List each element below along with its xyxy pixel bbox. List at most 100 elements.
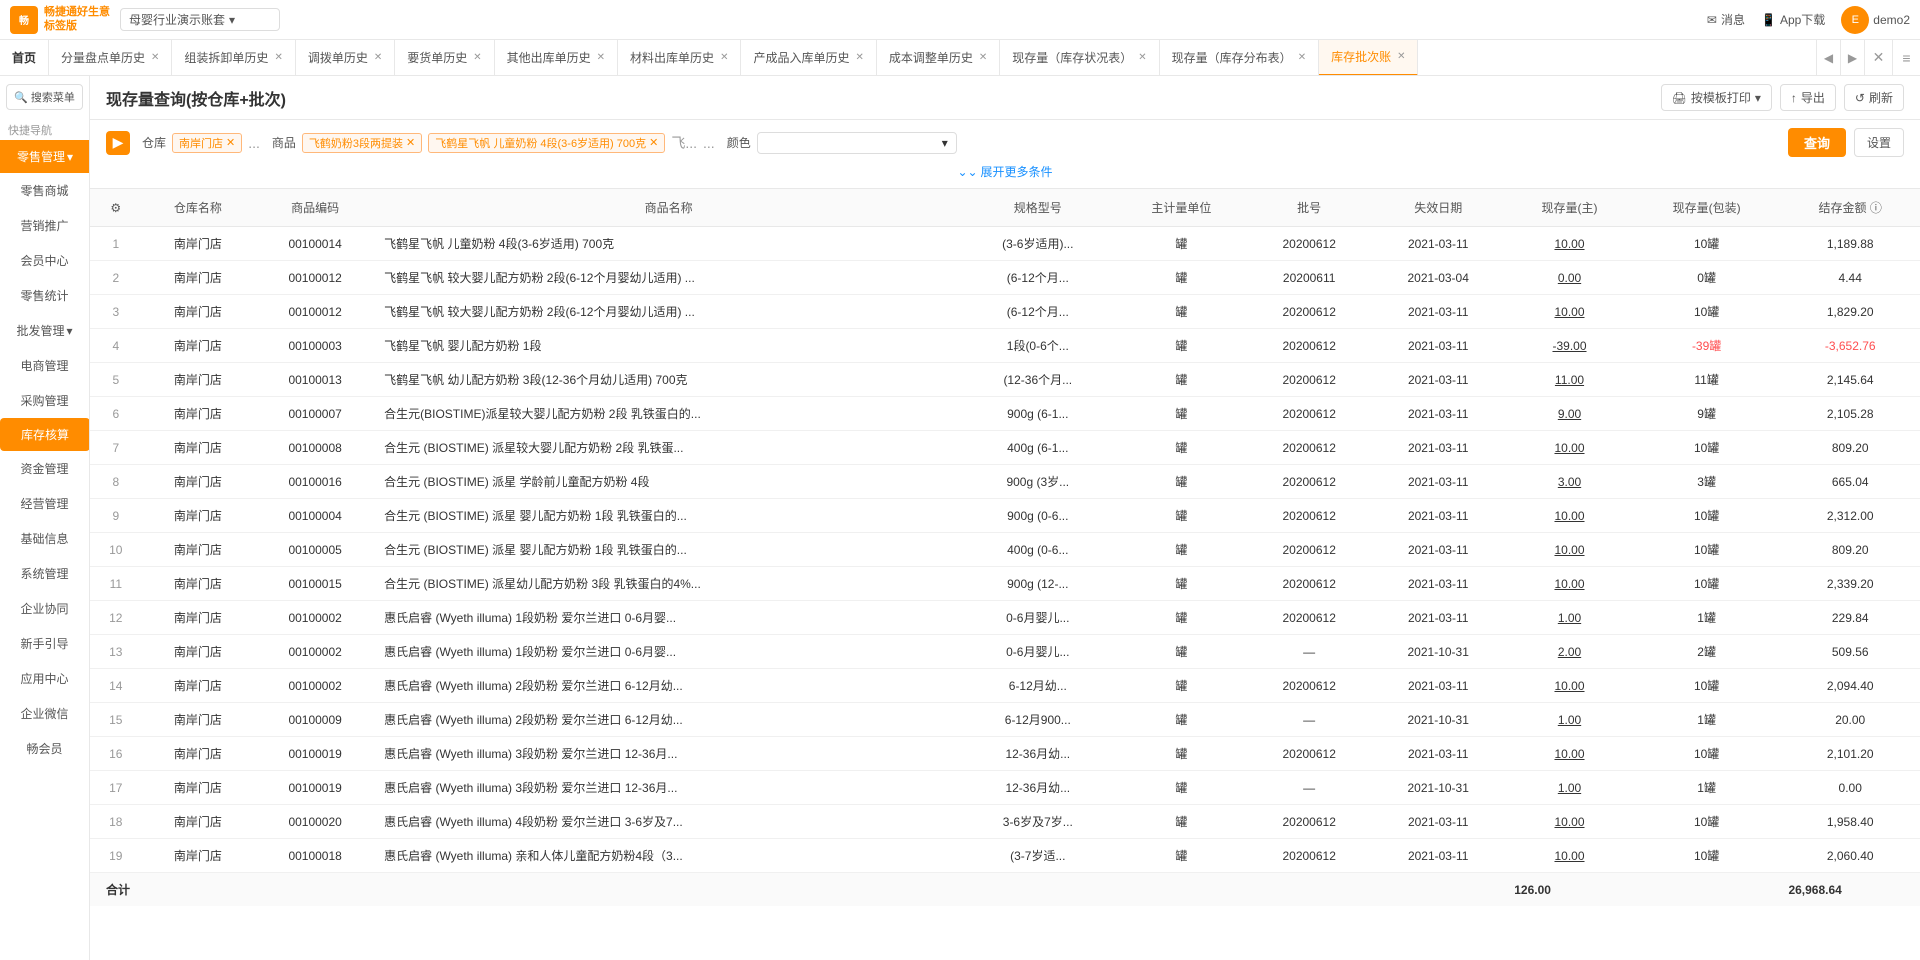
nav-prev-btn[interactable]: ◀: [1816, 40, 1840, 76]
tab-4[interactable]: 要货单历史 ✕: [395, 40, 494, 76]
table-row: 1南岸门店00100014飞鹤星飞帆 儿童奶粉 4段(3-6岁适用) 700克(…: [90, 227, 1920, 261]
table-row: 7南岸门店00100008合生元 (BIOSTIME) 派星较大婴儿配方奶粉 2…: [90, 431, 1920, 465]
sidebar-item-wholesale[interactable]: 批发管理 ▾: [4, 314, 85, 347]
expand-more-button[interactable]: ⌄⌄ 展开更多条件: [957, 163, 1052, 180]
tab-close-9[interactable]: ✕: [1138, 52, 1146, 63]
tab-close-5[interactable]: ✕: [597, 52, 605, 63]
export-button[interactable]: ↑ 导出: [1780, 84, 1836, 111]
nav-close-all-btn[interactable]: ✕: [1864, 40, 1892, 76]
product-tags: 飞鹤奶粉3段两提装 ✕ 飞鹤星飞帆 儿童奶粉 4段(3-6岁适用) 700克 ✕…: [302, 133, 715, 153]
tab-close-4[interactable]: ✕: [473, 52, 481, 63]
logo-text: 畅捷通好生意 标签版: [44, 6, 110, 32]
tab-home[interactable]: 首页: [0, 40, 49, 76]
user-area[interactable]: E demo2: [1841, 6, 1910, 34]
sidebar-item-member[interactable]: 畅会员: [4, 732, 85, 765]
query-button[interactable]: 查询: [1788, 128, 1846, 157]
table-container: ⚙ 仓库名称 商品编码 商品名称 规格型号 主计量单位 批号 失效日期 现存量(…: [90, 189, 1920, 960]
sidebar-item-system[interactable]: 系统管理: [4, 557, 85, 590]
tab-6[interactable]: 材料出库单历史 ✕: [618, 40, 741, 76]
template-print-button[interactable]: 🖨 按模板打印 ▾: [1661, 84, 1772, 111]
product-label: 商品: [272, 134, 296, 151]
product-ellipsis2[interactable]: ...: [703, 135, 715, 151]
col-amount: 结存金额 ⓘ: [1780, 189, 1920, 227]
message-button[interactable]: ✉ 消息: [1707, 11, 1745, 28]
tab-close-3[interactable]: ✕: [374, 52, 382, 63]
page-title: 现存量查询(按仓库+批次): [106, 86, 286, 110]
sidebar-item-app-center[interactable]: 应用中心: [4, 662, 85, 695]
warehouse-filter: 仓库 南岸门店 ✕ ...: [142, 133, 260, 153]
summary-total-qty-pkg: [1633, 873, 1781, 907]
sidebar-item-marketing[interactable]: 营销推广: [4, 209, 85, 242]
sidebar-item-enterprise-wechat[interactable]: 企业微信: [4, 697, 85, 730]
table-row: 19南岸门店00100018惠氏启睿 (Wyeth illuma) 亲和人体儿童…: [90, 839, 1920, 873]
table-row: 3南岸门店00100012飞鹤星飞帆 较大婴儿配方奶粉 2段(6-12个月婴幼儿…: [90, 295, 1920, 329]
sidebar-item-operations[interactable]: 经营管理: [4, 487, 85, 520]
tab-9[interactable]: 现存量（库存状况表） ✕: [1000, 40, 1159, 76]
tab-1[interactable]: 分量盘点单历史 ✕: [49, 40, 172, 76]
nav-next-btn[interactable]: ▶: [1840, 40, 1864, 76]
app-download-button[interactable]: 📱 App下载: [1761, 11, 1825, 28]
sidebar-item-ecommerce[interactable]: 电商管理: [4, 349, 85, 382]
download-icon: 📱: [1761, 13, 1776, 27]
tab-close-11[interactable]: ✕: [1397, 51, 1405, 62]
sidebar-item-retail-mall[interactable]: 零售商城: [4, 174, 85, 207]
product-tag-0: 飞鹤奶粉3段两提装 ✕: [302, 133, 422, 153]
table-row: 15南岸门店00100009惠氏启睿 (Wyeth illuma) 2段奶粉 爱…: [90, 703, 1920, 737]
summary-total-qty: 126.00: [1506, 873, 1633, 907]
warehouse-ellipsis[interactable]: ...: [248, 135, 260, 151]
product-tag-remove-0[interactable]: ✕: [406, 136, 415, 149]
main-layout: 🔍 搜索菜单 快捷导航 零售管理 ▾ 零售商城 营销推广 会员中心 零售统计 批…: [0, 76, 1920, 960]
table-row: 2南岸门店00100012飞鹤星飞帆 较大婴儿配方奶粉 2段(6-12个月婴幼儿…: [90, 261, 1920, 295]
col-batch: 批号: [1248, 189, 1370, 227]
tab-close-10[interactable]: ✕: [1298, 52, 1306, 63]
chevron-down-icon: ⌄⌄: [957, 165, 977, 179]
warehouse-tag-remove-0[interactable]: ✕: [226, 136, 235, 149]
tab-close-6[interactable]: ✕: [720, 52, 728, 63]
tab-close-8[interactable]: ✕: [979, 52, 987, 63]
nav-more-btn[interactable]: ≡: [1892, 40, 1920, 76]
col-expire: 失效日期: [1370, 189, 1506, 227]
sidebar-item-retail-stats[interactable]: 零售统计: [4, 279, 85, 312]
chevron-right-icon: ▾: [67, 150, 73, 164]
col-warehouse: 仓库名称: [142, 189, 255, 227]
filter-bar: ▶ 仓库 南岸门店 ✕ ... 商品 飞鹤奶粉3段: [90, 120, 1920, 189]
tab-close-7[interactable]: ✕: [855, 52, 863, 63]
product-tag-remove-1[interactable]: ✕: [649, 136, 658, 149]
tab-2[interactable]: 组装拆卸单历史 ✕: [172, 40, 295, 76]
tab-11[interactable]: 库存批次账 ✕: [1319, 40, 1418, 76]
tab-10[interactable]: 现存量（库存分布表） ✕: [1160, 40, 1319, 76]
color-input[interactable]: ▾: [757, 132, 957, 154]
tab-8[interactable]: 成本调整单历史 ✕: [877, 40, 1000, 76]
table-row: 6南岸门店00100007合生元(BIOSTIME)派星较大婴儿配方奶粉 2段 …: [90, 397, 1920, 431]
col-spec: 规格型号: [961, 189, 1115, 227]
sidebar-search-area: 🔍 搜索菜单: [0, 76, 89, 118]
content-area: 现存量查询(按仓库+批次) 🖨 按模板打印 ▾ ↑ 导出 ↺ 刷新: [90, 76, 1920, 960]
settings-button[interactable]: 设置: [1854, 128, 1904, 157]
filter-toggle-button[interactable]: ▶: [106, 131, 130, 155]
nav-arrows: ◀ ▶ ✕ ≡: [1816, 40, 1920, 76]
sidebar-item-finance[interactable]: 资金管理: [4, 452, 85, 485]
refresh-button[interactable]: ↺ 刷新: [1844, 84, 1904, 111]
sidebar-item-inventory[interactable]: 库存核算: [0, 418, 90, 451]
col-settings[interactable]: ⚙: [90, 189, 142, 227]
sidebar-item-enterprise[interactable]: 企业协同: [4, 592, 85, 625]
industry-select[interactable]: 母婴行业演示账套 ▾: [120, 8, 280, 31]
sidebar-item-guide[interactable]: 新手引导: [4, 627, 85, 660]
logo-area: 畅 畅捷通好生意 标签版: [10, 6, 110, 34]
tab-3[interactable]: 调拨单历史 ✕: [296, 40, 395, 76]
sidebar-item-basic-info[interactable]: 基础信息: [4, 522, 85, 555]
chevron-down-icon: ▾: [1755, 91, 1761, 105]
table-row: 17南岸门店00100019惠氏启睿 (Wyeth illuma) 3段奶粉 爱…: [90, 771, 1920, 805]
product-ellipsis[interactable]: 飞...: [671, 133, 697, 153]
sidebar-item-purchase[interactable]: 采购管理: [4, 384, 85, 417]
warehouse-tag-0: 南岸门店 ✕: [172, 133, 242, 153]
summary-row: 合计 126.00 26,968.64: [90, 873, 1920, 907]
tab-close-2[interactable]: ✕: [274, 52, 282, 63]
search-menu-button[interactable]: 🔍 搜索菜单: [6, 84, 83, 110]
tab-7[interactable]: 产成品入库单历史 ✕: [741, 40, 876, 76]
tab-5[interactable]: 其他出库单历史 ✕: [495, 40, 618, 76]
sidebar-item-member-center[interactable]: 会员中心: [4, 244, 85, 277]
tab-close-1[interactable]: ✕: [151, 52, 159, 63]
sidebar-item-retail-management[interactable]: 零售管理 ▾: [0, 140, 90, 173]
summary-label: 合计: [90, 873, 1506, 907]
